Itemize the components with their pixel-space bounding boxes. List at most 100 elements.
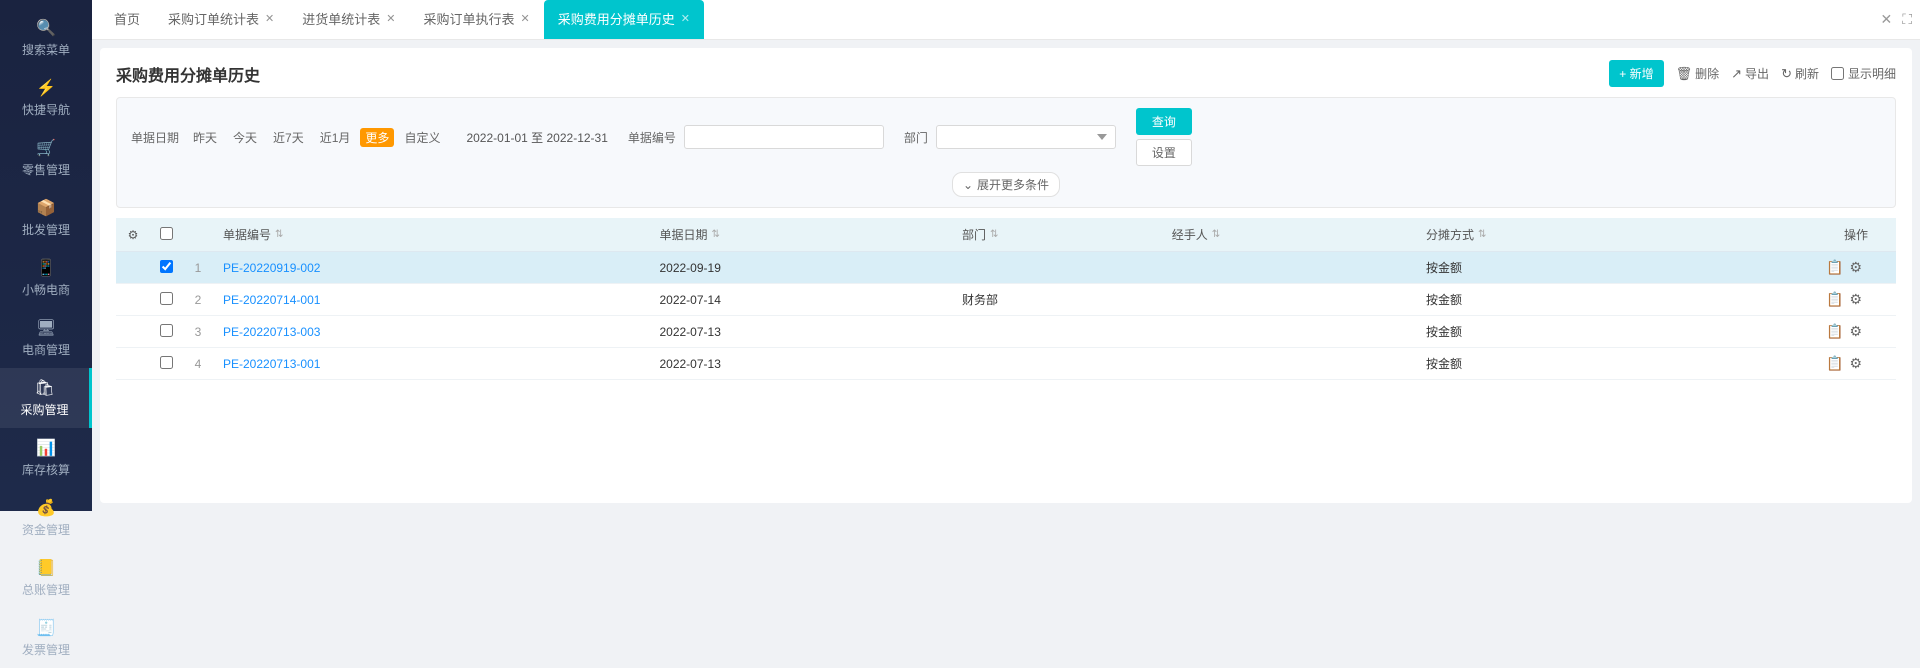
sidebar-item-ledger[interactable]: 📒总账管理	[0, 548, 92, 608]
row-checkbox-cell-1	[150, 284, 183, 316]
row-num-0: 1	[183, 252, 213, 284]
refresh-button[interactable]: ↻ 刷新	[1781, 65, 1819, 82]
search-row: 单据日期 昨天 今天 近7天 近1月 更多 自定义 2022-01-01 至 2…	[131, 108, 1881, 166]
tab-close-purchase-order-stats[interactable]: ✕	[265, 12, 274, 25]
show-columns-toggle[interactable]: 显示明细	[1831, 65, 1896, 82]
row-date-3: 2022-07-13	[649, 348, 952, 380]
today-btn[interactable]: 今天	[227, 127, 263, 148]
sidebar-icon-ledger: 📒	[36, 558, 56, 578]
doc-no-label: 单据编号	[628, 129, 676, 146]
date-shortcuts: 昨天 今天 近7天 近1月 更多 自定义	[187, 127, 446, 148]
sidebar-icon-search: 🔍	[36, 18, 56, 38]
tab-bar-controls: ✕⛶	[1880, 11, 1912, 28]
more-icon-1[interactable]: ⚙	[1849, 291, 1862, 308]
sidebar: 🔍 搜索菜单 ⚡快捷导航🛒零售管理📦批发管理📱小畅电商🖥电商管理🛍采购管理📊库存核算…	[0, 0, 92, 511]
tab-close-purchase-order-exec[interactable]: ✕	[521, 12, 530, 25]
sidebar-item-shortcut[interactable]: ⚡快捷导航	[0, 68, 92, 128]
export-icon: ↗	[1731, 66, 1742, 82]
more-btn[interactable]: 更多	[360, 128, 394, 147]
row-cb-1[interactable]	[160, 292, 173, 305]
week-btn[interactable]: 近7天	[267, 127, 310, 148]
doc-no-link-1[interactable]: PE-20220714-001	[223, 293, 320, 307]
sort-dept[interactable]: ⇅	[990, 229, 998, 240]
sidebar-label-ecommerce: 电商管理	[22, 341, 70, 358]
th-action: 操作	[1816, 218, 1896, 252]
sidebar-item-wholesale[interactable]: 📦批发管理	[0, 188, 92, 248]
th-doc-no: 单据编号⇅	[213, 218, 649, 252]
tab-close-purchase-cost-split[interactable]: ✕	[681, 12, 690, 25]
table-row: 3 PE-20220713-003 2022-07-13 按金额 📋 ⚙	[116, 316, 1896, 348]
page-header: 采购费用分摊单历史 + 新增 🗑 删除 ↗ 导出 ↻ 刷新 显示明细	[116, 60, 1896, 87]
row-doc-no-2: PE-20220713-003	[213, 316, 649, 348]
tab-purchase-order-stats[interactable]: 采购订单统计表 ✕	[154, 0, 288, 39]
row-cb-0[interactable]	[160, 260, 173, 273]
page-content: 采购费用分摊单历史 + 新增 🗑 删除 ↗ 导出 ↻ 刷新 显示明细	[100, 48, 1912, 503]
delete-button[interactable]: 🗑 删除	[1676, 65, 1720, 82]
tab-close-inbound-stats[interactable]: ✕	[386, 12, 395, 25]
close-window-icon[interactable]: ✕	[1880, 11, 1892, 28]
more-icon-2[interactable]: ⚙	[1849, 323, 1862, 340]
dept-select[interactable]	[936, 125, 1116, 149]
custom-btn[interactable]: 自定义	[398, 127, 446, 148]
sidebar-label-finance: 资金管理	[22, 521, 70, 538]
sidebar-item-search[interactable]: 🔍 搜索菜单	[0, 8, 92, 68]
view-icon-2[interactable]: 📋	[1826, 323, 1843, 340]
tab-purchase-order-exec[interactable]: 采购订单执行表 ✕	[409, 0, 543, 39]
expand-button[interactable]: ⌄ 展开更多条件	[952, 172, 1060, 197]
row-gear-1	[116, 284, 150, 316]
tab-label-purchase-order-stats: 采购订单统计表	[168, 9, 259, 28]
query-button[interactable]: 查询	[1136, 108, 1192, 135]
tab-purchase-cost-split[interactable]: 采购费用分摊单历史 ✕	[544, 0, 704, 39]
select-all-checkbox[interactable]	[160, 227, 173, 240]
th-num	[183, 218, 213, 252]
set-button[interactable]: 设置	[1136, 139, 1192, 166]
sort-date[interactable]: ⇅	[712, 229, 720, 240]
view-icon-1[interactable]: 📋	[1826, 291, 1843, 308]
expand-row: ⌄ 展开更多条件	[131, 172, 1881, 197]
tab-home[interactable]: 首页	[100, 0, 154, 39]
more-icon-0[interactable]: ⚙	[1849, 259, 1862, 276]
date-range: 2022-01-01 至 2022-12-31	[466, 129, 607, 146]
tab-label-purchase-order-exec: 采购订单执行表	[423, 9, 514, 28]
maximize-icon[interactable]: ⛶	[1902, 11, 1912, 28]
row-dept-3	[952, 348, 1162, 380]
row-num-2: 3	[183, 316, 213, 348]
sort-handler[interactable]: ⇅	[1212, 229, 1220, 240]
more-icon-3[interactable]: ⚙	[1849, 355, 1862, 372]
sidebar-item-finance[interactable]: 💰资金管理	[0, 488, 92, 548]
sidebar-item-mini[interactable]: 📱小畅电商	[0, 248, 92, 308]
sidebar-item-inventory[interactable]: 📊库存核算	[0, 428, 92, 488]
add-button[interactable]: + 新增	[1609, 60, 1663, 87]
month-btn[interactable]: 近1月	[314, 127, 357, 148]
row-cb-2[interactable]	[160, 324, 173, 337]
sidebar-item-ecommerce[interactable]: 🖥电商管理	[0, 308, 92, 368]
row-action-3: 📋 ⚙	[1816, 348, 1896, 380]
tab-bar: 首页采购订单统计表✕进货单统计表✕采购订单执行表✕采购费用分摊单历史✕✕⛶	[92, 0, 1920, 40]
table-row: 2 PE-20220714-001 2022-07-14 财务部 按金额 📋 ⚙	[116, 284, 1896, 316]
sidebar-item-purchase[interactable]: 🛍采购管理	[0, 368, 92, 428]
sort-doc-no[interactable]: ⇅	[275, 229, 283, 240]
sort-split[interactable]: ⇅	[1478, 229, 1486, 240]
sidebar-icon-inventory: 📊	[36, 438, 56, 458]
row-cb-3[interactable]	[160, 356, 173, 369]
tab-inbound-stats[interactable]: 进货单统计表✕	[288, 0, 409, 39]
sidebar-label-search: 搜索菜单	[22, 41, 70, 58]
show-columns-checkbox[interactable]	[1831, 67, 1844, 80]
tab-label-purchase-cost-split: 采购费用分摊单历史	[558, 9, 675, 28]
gear-col-icon[interactable]: ⚙	[128, 228, 139, 242]
row-action-0: 📋 ⚙	[1816, 252, 1896, 284]
doc-no-link-0[interactable]: PE-20220919-002	[223, 261, 320, 275]
view-icon-0[interactable]: 📋	[1826, 259, 1843, 276]
row-handler-0	[1162, 252, 1416, 284]
doc-no-link-3[interactable]: PE-20220713-001	[223, 357, 320, 371]
sidebar-label-purchase: 采购管理	[20, 401, 68, 418]
view-icon-3[interactable]: 📋	[1826, 355, 1843, 372]
sidebar-item-retail[interactable]: 🛒零售管理	[0, 128, 92, 188]
doc-no-input[interactable]	[684, 125, 884, 149]
doc-no-link-2[interactable]: PE-20220713-003	[223, 325, 320, 339]
tab-home-label: 首页	[114, 9, 140, 28]
export-button[interactable]: ↗ 导出	[1731, 65, 1769, 82]
sidebar-item-invoice[interactable]: 🧾发票管理	[0, 608, 92, 668]
yesterday-btn[interactable]: 昨天	[187, 127, 223, 148]
date-label: 单据日期	[131, 129, 179, 146]
